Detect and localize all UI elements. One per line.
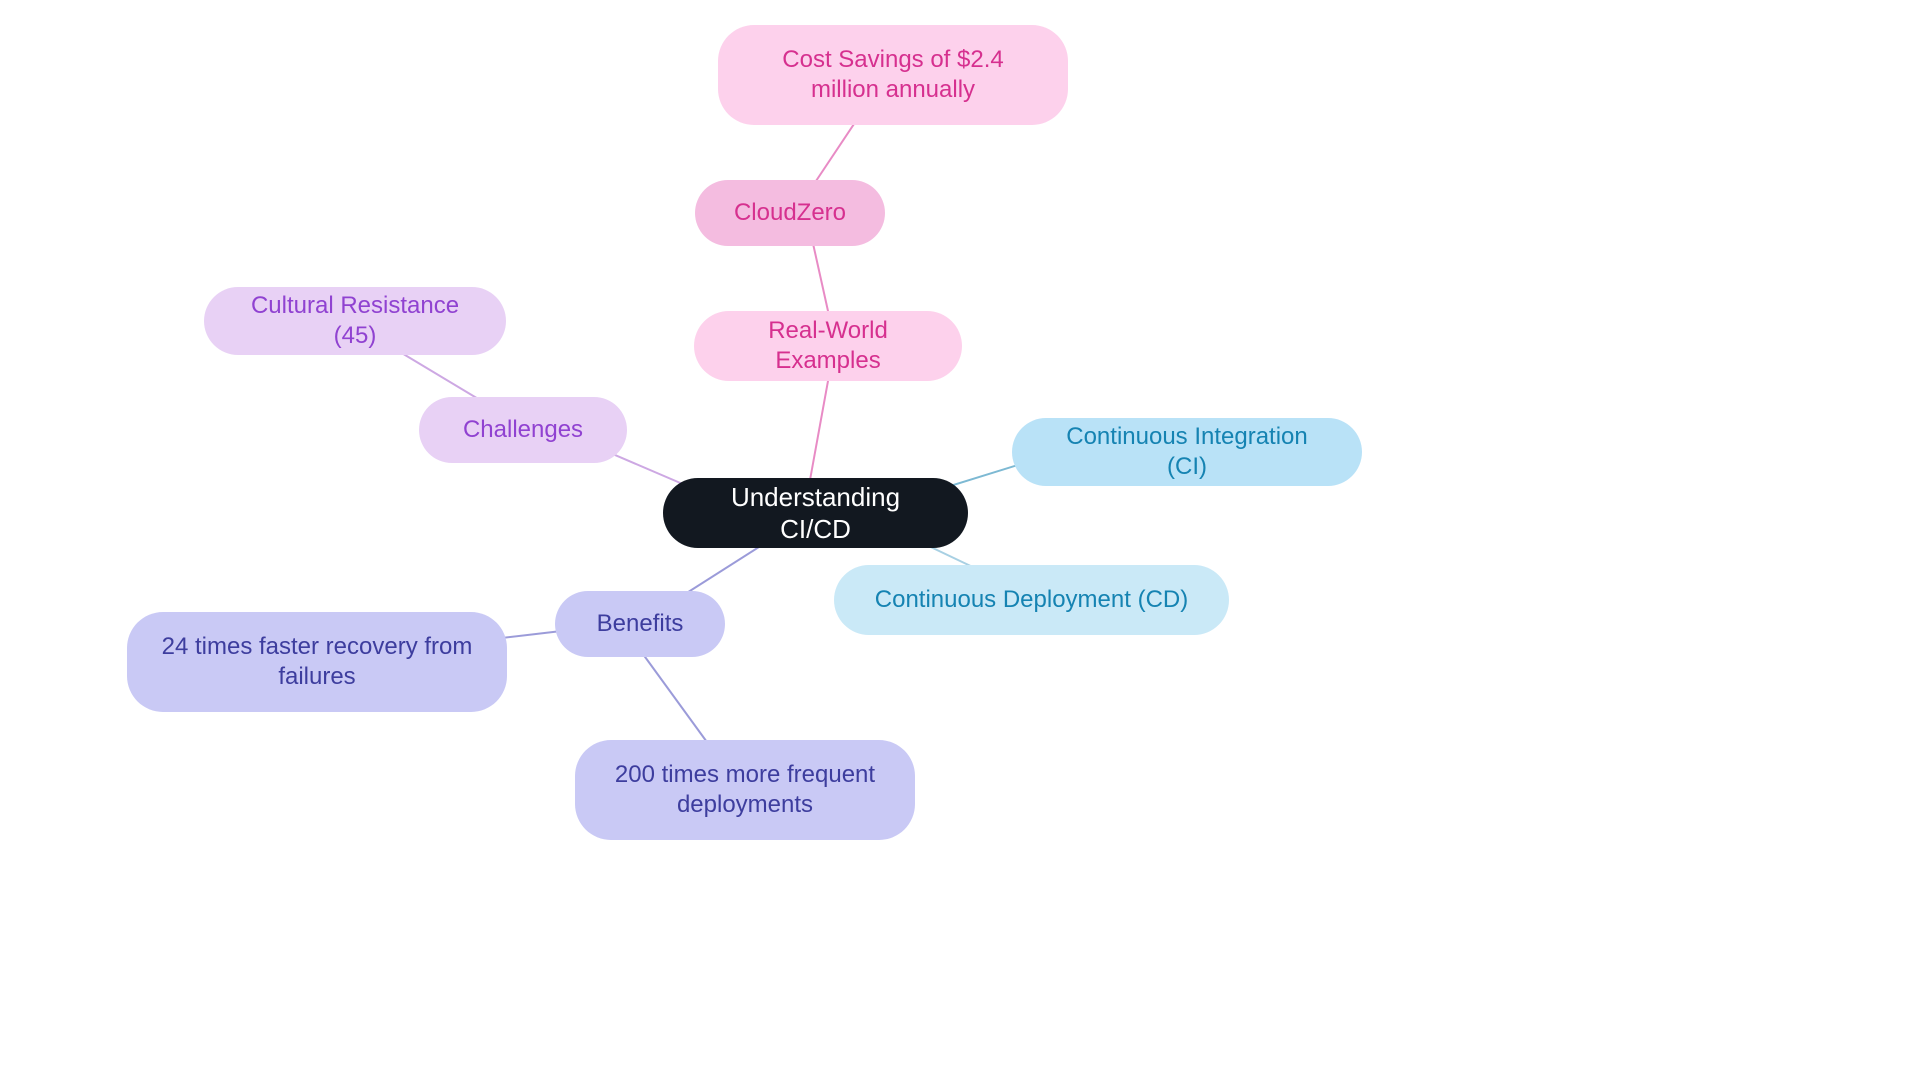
- node-cultural-label: Cultural Resistance (45): [236, 291, 474, 351]
- node-center: Understanding CI/CD: [663, 478, 968, 548]
- mindmap-canvas: Understanding CI/CD Continuous Integrati…: [0, 0, 1920, 1083]
- node-cd-label: Continuous Deployment (CD): [875, 585, 1188, 615]
- node-deployments: 200 times more frequent deployments: [575, 740, 915, 840]
- node-examples: Real-World Examples: [694, 311, 962, 381]
- node-cultural: Cultural Resistance (45): [204, 287, 506, 355]
- node-challenges: Challenges: [419, 397, 627, 463]
- node-savings-label: Cost Savings of $2.4 million annually: [750, 45, 1036, 105]
- node-cd: Continuous Deployment (CD): [834, 565, 1229, 635]
- node-center-label: Understanding CI/CD: [695, 481, 936, 546]
- edge-layer: [0, 0, 1920, 1083]
- node-savings: Cost Savings of $2.4 million annually: [718, 25, 1068, 125]
- node-cloudzero-label: CloudZero: [734, 198, 846, 228]
- node-examples-label: Real-World Examples: [726, 316, 930, 376]
- node-recovery-label: 24 times faster recovery from failures: [159, 632, 475, 692]
- node-challenges-label: Challenges: [463, 415, 583, 445]
- node-benefits: Benefits: [555, 591, 725, 657]
- node-deployments-label: 200 times more frequent deployments: [607, 760, 883, 820]
- node-cloudzero: CloudZero: [695, 180, 885, 246]
- node-benefits-label: Benefits: [597, 609, 684, 639]
- node-ci-label: Continuous Integration (CI): [1044, 422, 1330, 482]
- node-ci: Continuous Integration (CI): [1012, 418, 1362, 486]
- node-recovery: 24 times faster recovery from failures: [127, 612, 507, 712]
